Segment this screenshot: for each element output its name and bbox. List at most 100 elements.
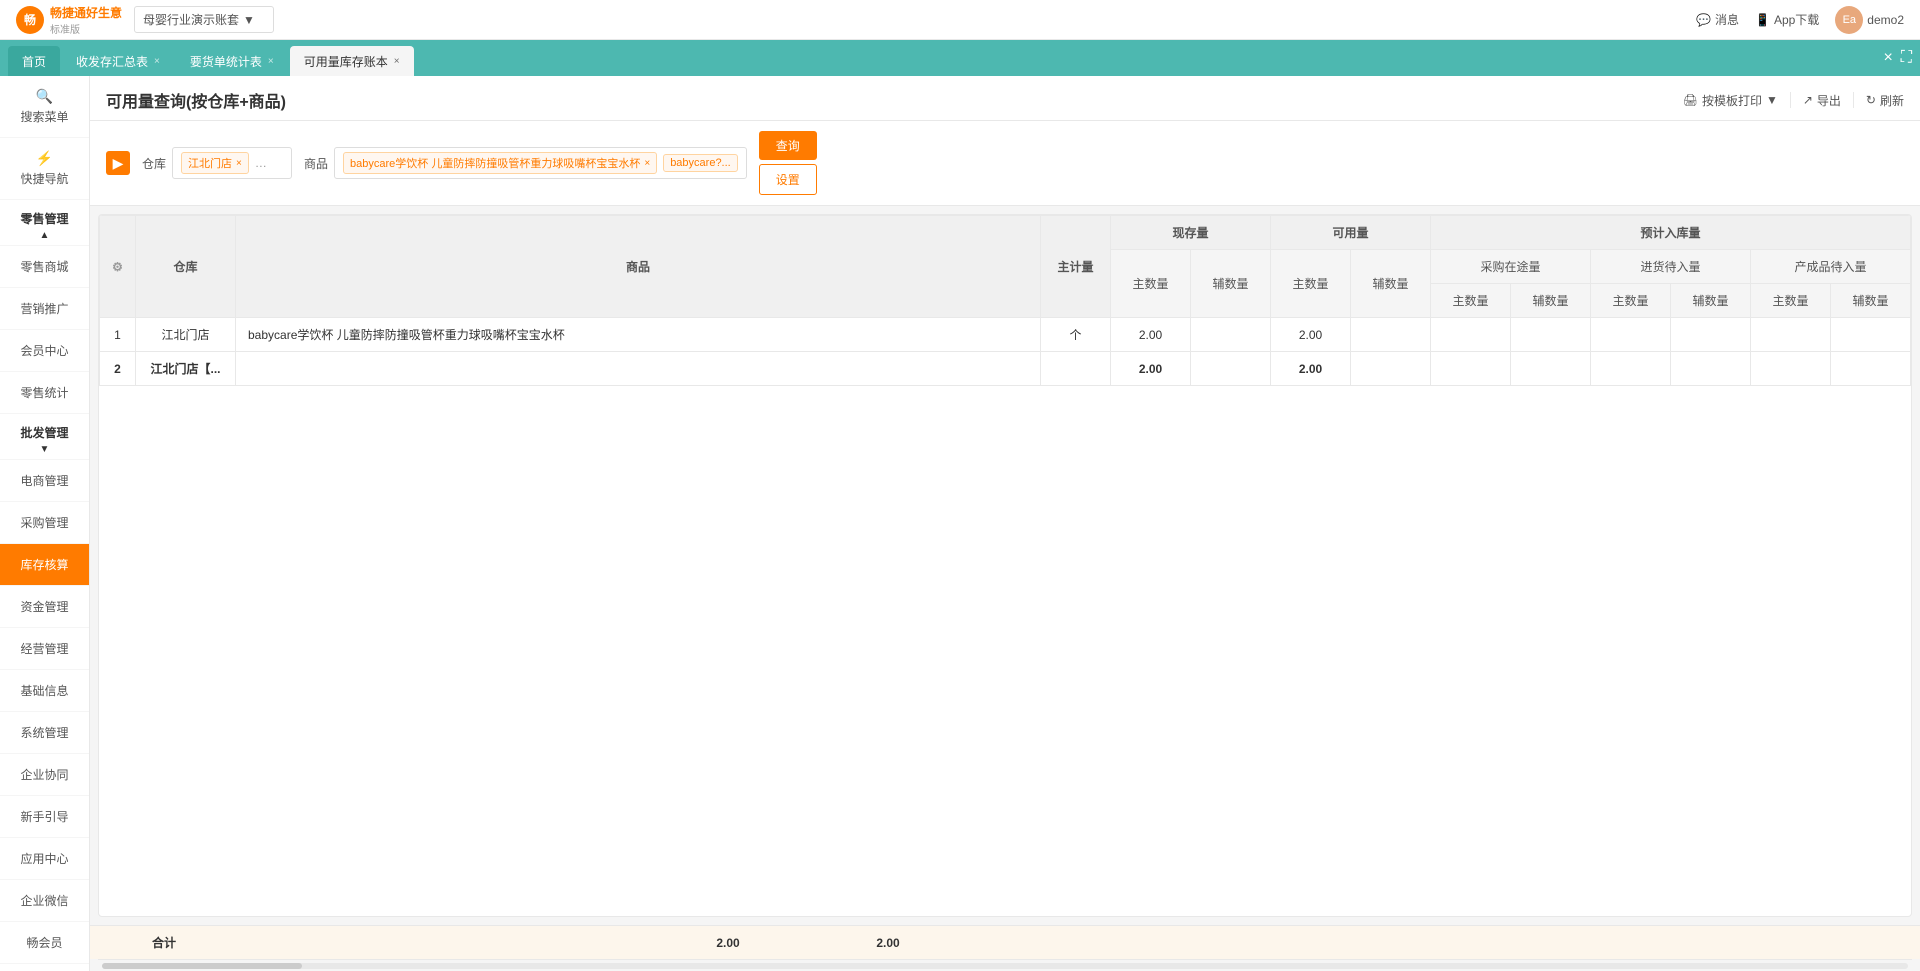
tab-available-stock[interactable]: 可用量库存账本 × (290, 46, 414, 76)
message-icon: 💬 (1696, 13, 1711, 27)
sidebar-item-enterprise-wechat[interactable]: 企业微信 (0, 880, 89, 922)
divider (1790, 92, 1791, 108)
refresh-icon: ↻ (1866, 93, 1876, 107)
sidebar-item-quick-nav[interactable]: ⚡ 快捷导航 (0, 138, 89, 200)
horizontal-scrollbar[interactable] (98, 959, 1912, 971)
tabs-right-actions: × ⛶ (1883, 49, 1912, 67)
lightning-icon: ⚡ (36, 150, 53, 167)
sidebar-item-app-center[interactable]: 应用中心 (0, 838, 89, 880)
message-button[interactable]: 💬 消息 (1696, 11, 1739, 28)
product-filter: 商品 babycare学饮杯 儿童防摔防撞吸管杯重力球吸嘴杯宝宝水杯 × bab… (304, 147, 747, 179)
chevron-up-icon: ▲ (40, 230, 50, 241)
data-table: ⚙ 仓库 商品 主计量 现存量 可用量 预计入库量 主数量 辅数量 主数量 辅数… (99, 215, 1911, 386)
app-download-button[interactable]: 📱 App下载 (1755, 11, 1819, 28)
cell-pur-main-2 (1431, 352, 1511, 386)
tab-close-available-stock[interactable]: × (394, 56, 400, 67)
col-purchase-transit-aux: 辅数量 (1511, 284, 1591, 318)
cell-stock-aux-2 (1191, 352, 1271, 386)
sidebar-item-ecommerce[interactable]: 电商管理 (0, 460, 89, 502)
tab-close-receive-send[interactable]: × (154, 56, 160, 67)
col-purchase-transit-header: 采购在途量 (1431, 250, 1591, 284)
col-stock-aux-header: 辅数量 (1191, 250, 1271, 318)
col-avail-main-header: 主数量 (1271, 250, 1351, 318)
sidebar-item-finance[interactable]: 资金管理 (0, 586, 89, 628)
top-bar: 畅 畅捷通好生意 标准版 母婴行业演示账套 ▼ 💬 消息 📱 App下载 Ea … (0, 0, 1920, 40)
col-incoming-aux: 辅数量 (1671, 284, 1751, 318)
sidebar-item-retail-stats[interactable]: 零售统计 (0, 372, 89, 414)
query-button[interactable]: 查询 (759, 131, 817, 160)
action-buttons: 查询 设置 (759, 131, 817, 195)
col-stock-main-header: 主数量 (1111, 250, 1191, 318)
sidebar-item-vip[interactable]: 畅会员 (0, 922, 89, 964)
sidebar-item-system[interactable]: 系统管理 (0, 712, 89, 754)
sidebar-item-operations[interactable]: 经营管理 (0, 628, 89, 670)
tab-home[interactable]: 首页 (8, 46, 60, 76)
cell-inc-aux-1 (1671, 318, 1751, 352)
col-settings-header: ⚙ (100, 216, 136, 318)
user-area[interactable]: Ea demo2 (1835, 6, 1904, 34)
col-avail-aux-header: 辅数量 (1351, 250, 1431, 318)
cell-avail-main-2: 2.00 (1271, 352, 1351, 386)
cell-inc-aux-2 (1671, 352, 1751, 386)
close-all-tabs-button[interactable]: × (1883, 49, 1892, 67)
col-warehouse-header: 仓库 (136, 216, 236, 318)
cell-prod-main-1 (1751, 318, 1831, 352)
cell-pur-aux-2 (1511, 352, 1591, 386)
print-icon: 🖨 (1683, 93, 1698, 107)
sidebar-item-newbie[interactable]: 新手引导 (0, 796, 89, 838)
sidebar-item-marketing[interactable]: 营销推广 (0, 288, 89, 330)
sidebar-item-purchase[interactable]: 采购管理 (0, 502, 89, 544)
sidebar-item-member[interactable]: 会员中心 (0, 330, 89, 372)
col-produced-header: 产成品待入量 (1751, 250, 1911, 284)
table-settings-icon[interactable]: ⚙ (112, 260, 123, 274)
sidebar-item-retail-mall[interactable]: 零售商城 (0, 246, 89, 288)
cell-stock-aux-1 (1191, 318, 1271, 352)
industry-selector[interactable]: 母婴行业演示账套 ▼ (134, 6, 274, 33)
product-input[interactable]: babycare学饮杯 儿童防摔防撞吸管杯重力球吸嘴杯宝宝水杯 × babyca… (334, 147, 747, 179)
refresh-button[interactable]: ↻ 刷新 (1866, 92, 1904, 109)
col-incoming-main: 主数量 (1591, 284, 1671, 318)
cell-warehouse-2: 江北门店【... (136, 352, 236, 386)
cell-inc-main-1 (1591, 318, 1671, 352)
footer-avail-main: 2.00 (848, 936, 928, 950)
cell-prod-aux-1 (1831, 318, 1911, 352)
tab-close-order-stats[interactable]: × (268, 56, 274, 67)
sidebar-item-basics[interactable]: 基础信息 (0, 670, 89, 712)
page-actions: 🖨 按模板打印 ▼ ↗ 导出 ↻ 刷新 (1683, 92, 1904, 109)
cell-avail-aux-1 (1351, 318, 1431, 352)
cell-prod-aux-2 (1831, 352, 1911, 386)
col-purchase-transit-main: 主数量 (1431, 284, 1511, 318)
scrollbar-thumb[interactable] (102, 963, 302, 969)
cell-pur-aux-1 (1511, 318, 1591, 352)
warehouse-input[interactable]: 江北门店 × … (172, 147, 292, 179)
cell-warehouse-1: 江北门店 (136, 318, 236, 352)
cell-product-1: babycare学饮杯 儿童防摔防撞吸管杯重力球吸嘴杯宝宝水杯 (236, 318, 1041, 352)
settings-button[interactable]: 设置 (759, 164, 817, 195)
col-estimated-header: 预计入库量 (1431, 216, 1911, 250)
product-tag-1-close[interactable]: × (644, 158, 650, 169)
print-button[interactable]: 🖨 按模板打印 ▼ (1683, 92, 1778, 109)
sidebar-item-wholesale-mgmt[interactable]: 批发管理 ▼ (0, 414, 89, 460)
fullscreen-button[interactable]: ⛶ (1901, 49, 1912, 67)
cell-avail-main-1: 2.00 (1271, 318, 1351, 352)
filter-toggle-button[interactable]: ▶ (106, 151, 130, 175)
filter-area: ▶ 仓库 江北门店 × … 商品 babycare学饮杯 儿童防摔防撞吸管杯重力… (90, 121, 1920, 206)
export-button[interactable]: ↗ 导出 (1803, 92, 1841, 109)
warehouse-tag-close[interactable]: × (236, 158, 242, 169)
divider2 (1853, 92, 1854, 108)
warehouse-more[interactable]: … (255, 156, 267, 170)
tab-receive-send[interactable]: 收发存汇总表 × (62, 46, 174, 76)
logo-area: 畅 畅捷通好生意 标准版 (16, 4, 122, 36)
tab-order-stats[interactable]: 要货单统计表 × (176, 46, 288, 76)
chevron-down-icon: ▼ (243, 13, 255, 27)
sidebar-item-inventory[interactable]: 库存核算 (0, 544, 89, 586)
sidebar-item-retail-mgmt[interactable]: 零售管理 ▲ (0, 200, 89, 246)
sidebar-item-search[interactable]: 🔍 搜索菜单 (0, 76, 89, 138)
chevron-down-icon: ▼ (1766, 93, 1778, 107)
chevron-down-icon: ▼ (40, 444, 50, 455)
product-tag-2: babycare?... (663, 154, 738, 172)
logo-icon: 畅 (16, 6, 44, 34)
footer-stock-main: 2.00 (688, 936, 768, 950)
sidebar-item-enterprise[interactable]: 企业协同 (0, 754, 89, 796)
cell-product-2 (236, 352, 1041, 386)
